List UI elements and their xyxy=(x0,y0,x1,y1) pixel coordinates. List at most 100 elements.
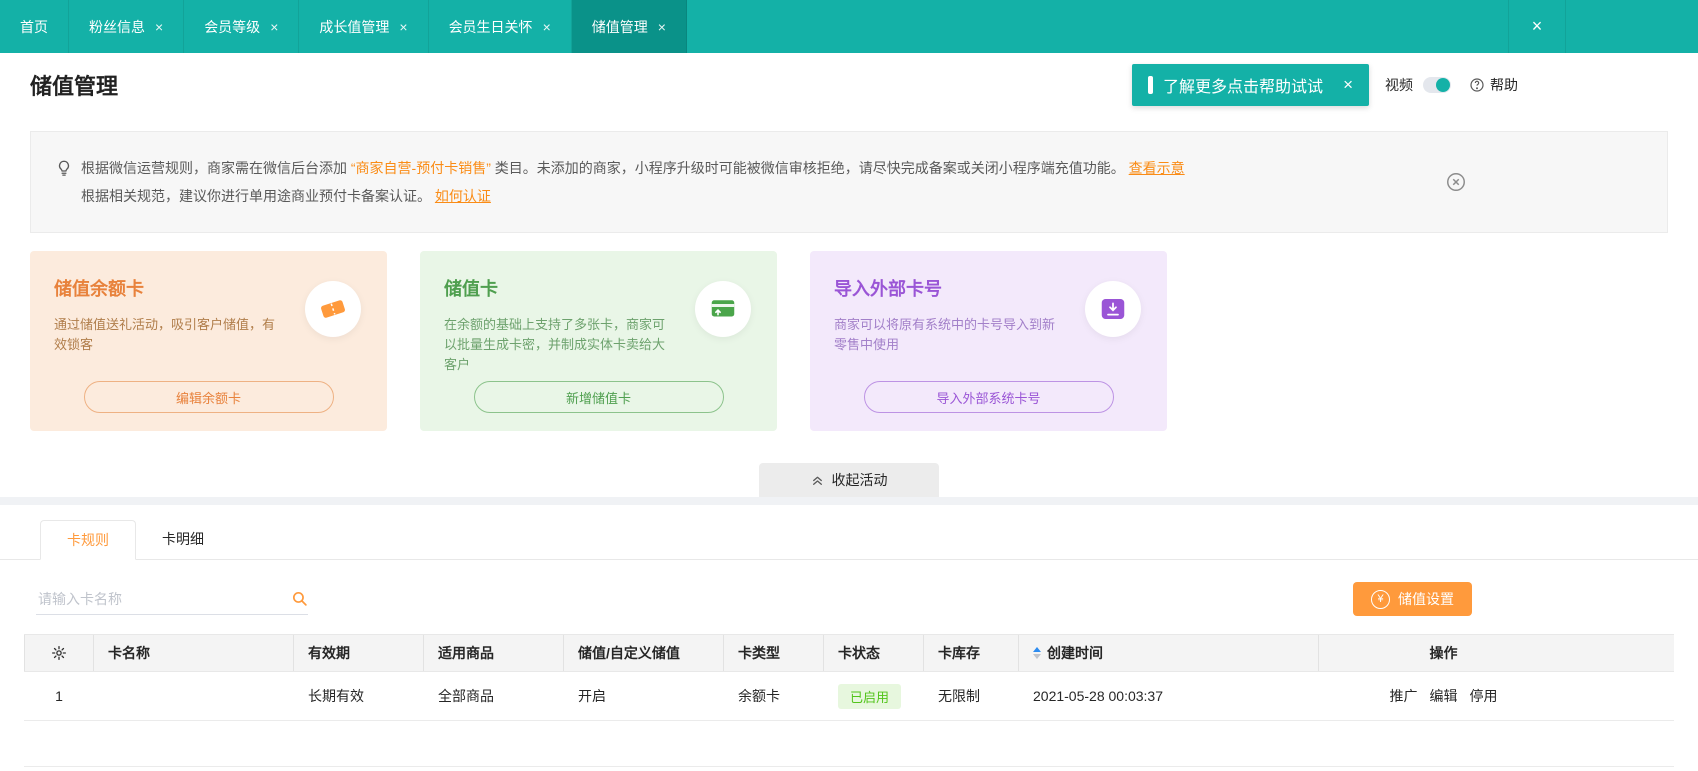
balance-card-promo: 储值余额卡 通过储值送礼活动，吸引客户储值，有效锁客 编辑余额卡 xyxy=(30,251,387,431)
tab-close-icon[interactable]: × xyxy=(543,19,551,35)
column-header-validity[interactable]: 有效期 xyxy=(294,635,424,671)
notice-line-1: 根据微信运营规则，商家需在微信后台添加 “商家自营-预付卡销售” 类目。未添加的… xyxy=(81,154,1185,182)
tab-label: 成长值管理 xyxy=(319,18,390,35)
tab-growth-value[interactable]: 成长值管理 × xyxy=(299,0,429,53)
collapse-wrap: 收起活动 xyxy=(0,463,1698,497)
view-example-link[interactable]: 查看示意 xyxy=(1129,160,1185,176)
tab-member-birthday[interactable]: 会员生日关怀 × xyxy=(429,0,572,53)
topbar-end-pad xyxy=(1566,0,1698,53)
help-tip-text: 了解更多点击帮助试试 xyxy=(1163,79,1324,96)
chevron-double-up-icon xyxy=(812,476,822,485)
card-desc: 商家可以将原有系统中的卡号导入到新零售中使用 xyxy=(834,317,1056,352)
header-right: 了解更多点击帮助试试 × 视频 帮助 xyxy=(1132,64,1518,106)
cell-card-type: 余额卡 xyxy=(738,688,780,704)
column-header-card-name[interactable]: 卡名称 xyxy=(94,635,294,671)
page-header: 储值管理 了解更多点击帮助试试 × 视频 帮助 xyxy=(0,53,1698,117)
card-desc: 在余额的基础上支持了多张卡，商家可以批量生成卡密，并制成实体卡卖给大客户 xyxy=(444,317,666,372)
tab-close-icon[interactable]: × xyxy=(270,19,278,35)
promote-action-link[interactable]: 推广 xyxy=(1390,686,1418,706)
tab-label: 储值管理 xyxy=(591,18,648,35)
notice-text: 根据微信运营规则，商家需在微信后台添加 “商家自营-预付卡销售” 类目。未添加的… xyxy=(81,154,1185,210)
import-card-promo: 导入外部卡号 商家可以将原有系统中的卡号导入到新零售中使用 导入外部系统卡号 xyxy=(810,251,1167,431)
import-external-card-button[interactable]: 导入外部系统卡号 xyxy=(863,381,1114,413)
flag-icon xyxy=(1148,76,1154,94)
settings-button-label: 储值设置 xyxy=(1398,591,1454,607)
notice-line1-category: “商家自营-预付卡销售” xyxy=(350,160,491,176)
help-tip-close-icon[interactable]: × xyxy=(1343,75,1353,95)
column-header-card-stock[interactable]: 卡库存 xyxy=(924,635,1019,671)
edit-action-link[interactable]: 编辑 xyxy=(1430,686,1458,706)
sort-icon[interactable] xyxy=(1033,647,1041,659)
edit-balance-card-button[interactable]: 编辑余额卡 xyxy=(83,381,334,413)
question-circle-icon xyxy=(1470,78,1484,92)
cell-custom-value: 开启 xyxy=(578,688,606,704)
lightbulb-icon xyxy=(55,154,81,210)
video-toggle[interactable] xyxy=(1423,77,1451,93)
cell-validity: 长期有效 xyxy=(308,688,364,704)
cell-index: 1 xyxy=(55,688,63,704)
column-header-card-type[interactable]: 卡类型 xyxy=(724,635,824,671)
disable-action-link[interactable]: 停用 xyxy=(1470,686,1498,706)
how-to-certify-link[interactable]: 如何认证 xyxy=(435,188,491,204)
tab-card-rules[interactable]: 卡规则 xyxy=(40,520,136,560)
tab-home[interactable]: 首页 xyxy=(0,0,69,53)
notice-line2-text: 根据相关规范，建议你进行单用途商业预付卡备案认证。 xyxy=(81,188,431,204)
card-panel: 卡规则 卡明细 ¥ 储值设置 卡名称 有效期 适用 xyxy=(0,505,1698,767)
cell-products: 全部商品 xyxy=(438,688,494,704)
notice-line1-pre: 根据微信运营规则，商家需在微信后台添加 xyxy=(81,160,347,176)
next-row-partial xyxy=(24,721,1674,767)
search-box xyxy=(36,584,308,615)
column-settings-header[interactable] xyxy=(24,635,94,671)
stored-card-icon xyxy=(695,281,751,337)
column-header-products[interactable]: 适用商品 xyxy=(424,635,564,671)
cell-actions: 推广 编辑 停用 xyxy=(1319,686,1674,706)
collapse-activities-button[interactable]: 收起活动 xyxy=(759,463,939,497)
tab-fans-info[interactable]: 粉丝信息 × xyxy=(69,0,185,53)
page-title: 储值管理 xyxy=(30,74,119,99)
search-icon[interactable] xyxy=(291,590,308,607)
add-stored-card-button[interactable]: 新增储值卡 xyxy=(473,381,724,413)
video-label: 视频 xyxy=(1385,77,1413,93)
column-header-created-at[interactable]: 创建时间 xyxy=(1019,635,1319,671)
table-header-row: 卡名称 有效期 适用商品 储值/自定义储值 卡类型 卡状态 卡库存 创建时间 操… xyxy=(24,634,1674,672)
tab-stored-value[interactable]: 储值管理 × xyxy=(571,0,687,53)
card-desc: 通过储值送礼活动，吸引客户储值，有效锁客 xyxy=(54,317,276,352)
tab-close-icon[interactable]: × xyxy=(399,19,407,35)
cell-card-status: 已启用 xyxy=(824,683,924,709)
table-row[interactable]: 1 长期有效 全部商品 开启 余额卡 已启用 无限制 2021-05-28 00… xyxy=(24,672,1674,721)
cell-created-at: 2021-05-28 00:03:37 xyxy=(1033,688,1163,704)
tab-label: 粉丝信息 xyxy=(89,18,145,35)
help-button[interactable]: 帮助 xyxy=(1469,75,1518,95)
wechat-notice-banner: 根据微信运营规则，商家需在微信后台添加 “商家自营-预付卡销售” 类目。未添加的… xyxy=(30,131,1668,233)
yen-circle-icon: ¥ xyxy=(1371,589,1390,609)
search-input[interactable] xyxy=(36,589,291,608)
stored-value-settings-button[interactable]: ¥ 储值设置 xyxy=(1353,582,1472,616)
stored-card-promo: 储值卡 在余额的基础上支持了多张卡，商家可以批量生成卡密，并制成实体卡卖给大客户… xyxy=(420,251,777,431)
tab-strip: 首页 粉丝信息 × 会员等级 × 成长值管理 × 会员生日关怀 × 储值管理 ×… xyxy=(0,0,1698,53)
promo-cards: 储值余额卡 通过储值送礼活动，吸引客户储值，有效锁客 编辑余额卡 储值卡 在余额… xyxy=(0,233,1698,431)
gear-icon xyxy=(52,646,66,660)
notice-close-icon[interactable] xyxy=(1445,171,1467,193)
tab-card-details[interactable]: 卡明细 xyxy=(136,520,230,559)
panel-toolbar: ¥ 储值设置 xyxy=(0,560,1698,634)
tab-label: 首页 xyxy=(20,18,48,35)
tab-label: 会员生日关怀 xyxy=(448,18,533,35)
app-root: 首页 粉丝信息 × 会员等级 × 成长值管理 × 会员生日关怀 × 储值管理 ×… xyxy=(0,0,1698,771)
toggle-knob xyxy=(1436,78,1450,92)
tab-label: 会员等级 xyxy=(204,18,261,35)
column-header-card-status[interactable]: 卡状态 xyxy=(824,635,924,671)
notice-line1-post: 类目。未添加的商家，小程序升级时可能被微信审核拒绝，请尽快完成备案或关闭小程序端… xyxy=(494,160,1125,176)
created-at-header-label: 创建时间 xyxy=(1047,645,1103,661)
column-header-actions: 操作 xyxy=(1429,645,1458,661)
close-window-icon[interactable]: × xyxy=(1508,0,1566,53)
help-tip-banner: 了解更多点击帮助试试 × xyxy=(1132,64,1369,106)
import-card-icon xyxy=(1085,281,1141,337)
panel-tabs: 卡规则 卡明细 xyxy=(0,519,1698,560)
collapse-label: 收起活动 xyxy=(831,472,888,488)
tab-close-icon[interactable]: × xyxy=(658,19,666,35)
column-header-custom-value[interactable]: 储值/自定义储值 xyxy=(564,635,724,671)
card-rules-table: 卡名称 有效期 适用商品 储值/自定义储值 卡类型 卡状态 卡库存 创建时间 操… xyxy=(24,634,1674,767)
tab-member-level[interactable]: 会员等级 × xyxy=(184,0,300,53)
tab-close-icon[interactable]: × xyxy=(155,19,163,35)
notice-line-2: 根据相关规范，建议你进行单用途商业预付卡备案认证。 如何认证 xyxy=(81,182,1185,210)
